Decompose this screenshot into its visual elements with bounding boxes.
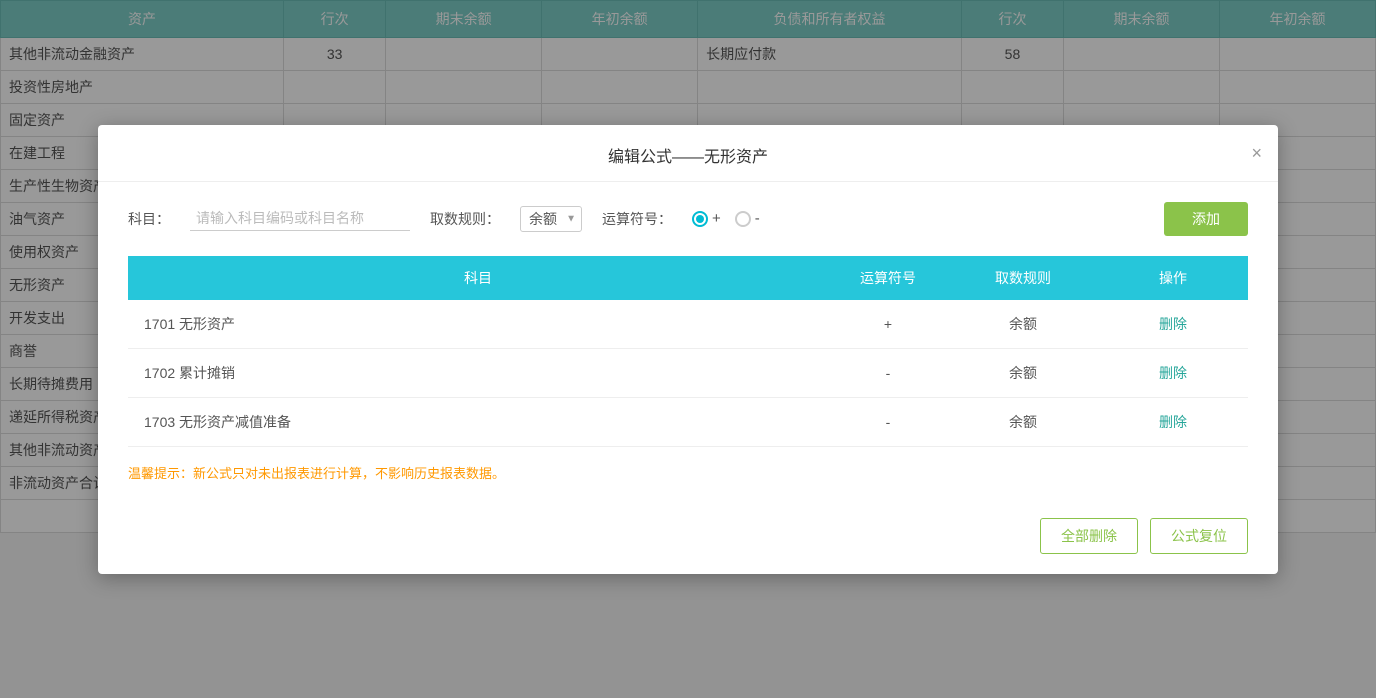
table-header-action: 操作 bbox=[1098, 256, 1248, 300]
delete-all-button[interactable]: 全部删除 bbox=[1040, 518, 1138, 554]
row-subject-2: 1703 无形资产减值准备 bbox=[128, 397, 828, 446]
table-header-rule: 取数规则 bbox=[948, 256, 1098, 300]
table-header-operator: 运算符号 bbox=[828, 256, 948, 300]
rule-select[interactable]: 余额 bbox=[520, 206, 582, 232]
table-row: 1701 无形资产+余额 删除 bbox=[128, 300, 1248, 349]
radio-minus[interactable]: - bbox=[735, 210, 760, 227]
radio-plus-circle bbox=[692, 211, 708, 227]
modal-dialog: 编辑公式——无形资产 × 科目： 取数规则： 余额 运算符号： bbox=[98, 125, 1278, 574]
row-rule-2: 余额 bbox=[948, 397, 1098, 446]
row-action-0: 删除 bbox=[1098, 300, 1248, 349]
reset-formula-button[interactable]: 公式复位 bbox=[1150, 518, 1248, 554]
modal-close-button[interactable]: × bbox=[1251, 144, 1262, 162]
modal-footer: 全部删除 公式复位 bbox=[98, 502, 1278, 574]
table-row: 1702 累计摊销-余额 删除 bbox=[128, 348, 1248, 397]
modal-body: 科目： 取数规则： 余额 运算符号： + - bbox=[98, 182, 1278, 502]
row-operator-0: + bbox=[828, 300, 948, 349]
form-row: 科目： 取数规则： 余额 运算符号： + - bbox=[128, 202, 1248, 236]
row-rule-1: 余额 bbox=[948, 348, 1098, 397]
row-rule-0: 余额 bbox=[948, 300, 1098, 349]
add-button[interactable]: 添加 bbox=[1164, 202, 1248, 236]
rule-select-wrap: 余额 bbox=[520, 206, 582, 232]
subject-input[interactable] bbox=[190, 206, 410, 231]
modal-header: 编辑公式——无形资产 × bbox=[98, 125, 1278, 182]
row-operator-2: - bbox=[828, 397, 948, 446]
delete-link-0[interactable]: 删除 bbox=[1159, 316, 1187, 332]
row-action-1: 删除 bbox=[1098, 348, 1248, 397]
operator-label: 运算符号： bbox=[602, 209, 672, 229]
radio-minus-circle bbox=[735, 211, 751, 227]
delete-link-1[interactable]: 删除 bbox=[1159, 365, 1187, 381]
modal-title: 编辑公式——无形资产 bbox=[608, 149, 768, 166]
delete-link-2[interactable]: 删除 bbox=[1159, 414, 1187, 430]
row-subject-1: 1702 累计摊销 bbox=[128, 348, 828, 397]
operator-radio-group: + - bbox=[692, 210, 760, 227]
radio-minus-label: - bbox=[755, 210, 760, 227]
warning-text: 温馨提示：新公式只对未出报表进行计算，不影响历史报表数据。 bbox=[128, 463, 1248, 482]
rule-label: 取数规则： bbox=[430, 209, 500, 229]
row-operator-1: - bbox=[828, 348, 948, 397]
row-subject-0: 1701 无形资产 bbox=[128, 300, 828, 349]
radio-plus[interactable]: + bbox=[692, 210, 721, 227]
table-header-subject: 科目 bbox=[128, 256, 828, 300]
subject-label: 科目： bbox=[128, 209, 170, 229]
table-row: 1703 无形资产减值准备-余额 删除 bbox=[128, 397, 1248, 446]
radio-plus-label: + bbox=[712, 210, 721, 227]
row-action-2: 删除 bbox=[1098, 397, 1248, 446]
formula-table: 科目 运算符号 取数规则 操作 1701 无形资产+余额删除1702 累计摊销-… bbox=[128, 256, 1248, 447]
modal-overlay: 编辑公式——无形资产 × 科目： 取数规则： 余额 运算符号： bbox=[0, 0, 1376, 698]
